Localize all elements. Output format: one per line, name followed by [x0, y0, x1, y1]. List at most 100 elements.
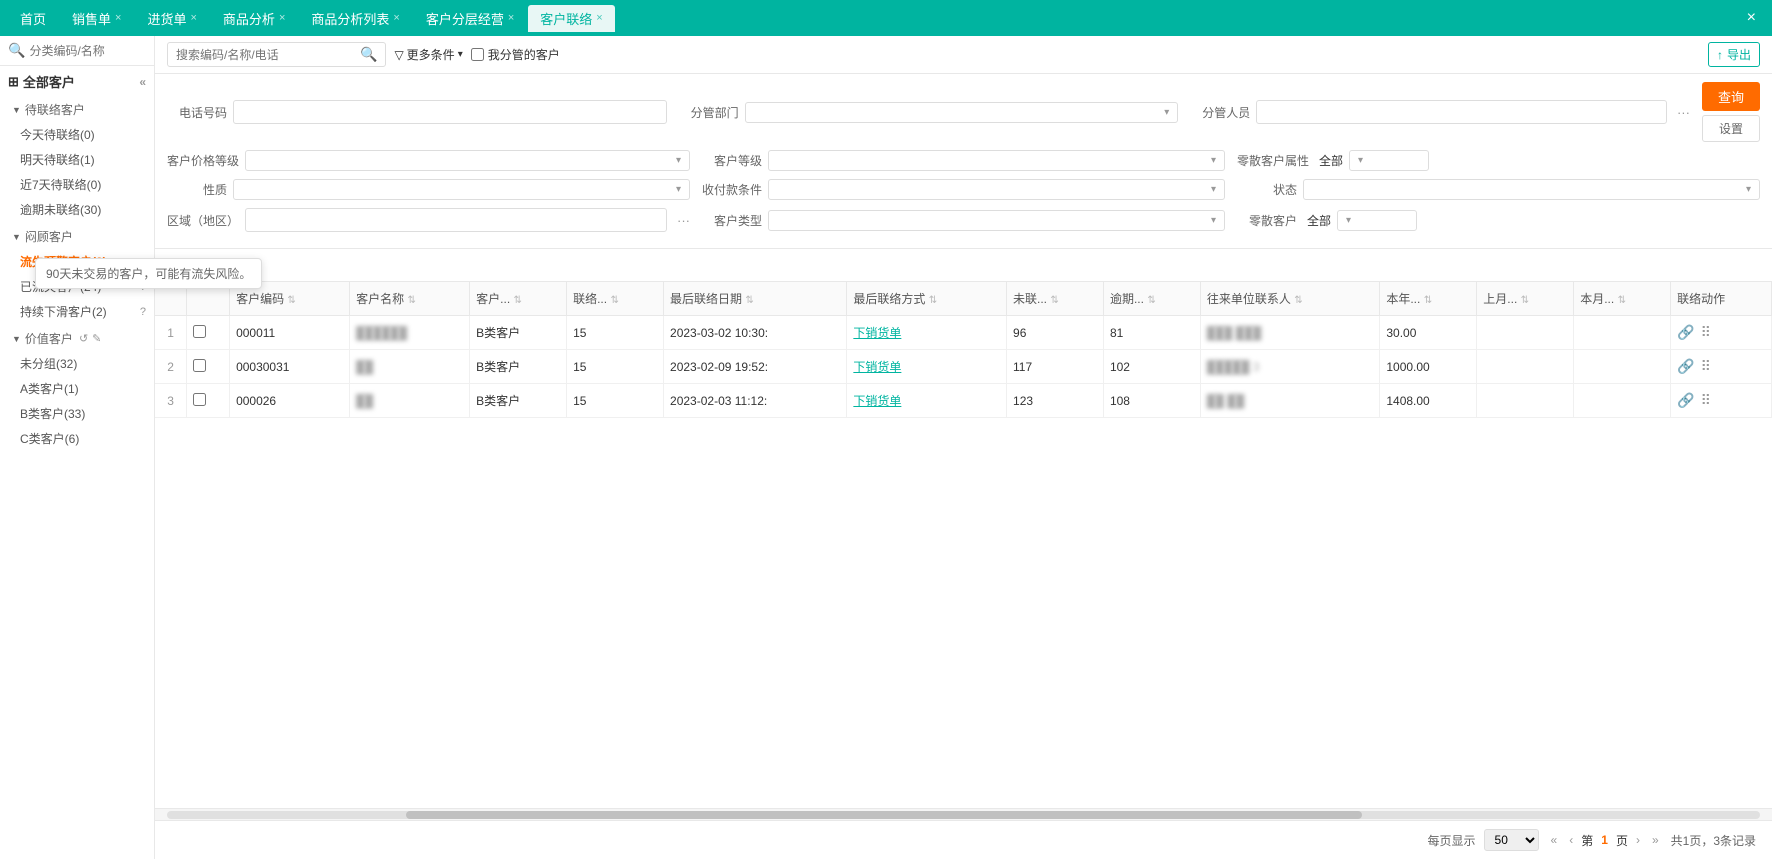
- close-tab-customer-link-icon[interactable]: ×: [596, 12, 602, 24]
- nav-home[interactable]: 首页: [8, 5, 58, 32]
- search-input-wrap: 🔍: [167, 42, 386, 67]
- per-page-select[interactable]: 50 100 200: [1484, 829, 1539, 851]
- col-this-year[interactable]: 本年... ⇅: [1380, 282, 1477, 316]
- advanced-filter: 电话号码 分管部门 ▾ 分管人员 ··· 查询 设置: [155, 74, 1772, 249]
- nav-tab-customer-layer[interactable]: 客户分层经营 ×: [414, 5, 526, 32]
- link-action-icon-1[interactable]: 🔗: [1677, 324, 1694, 341]
- filter-select-retail[interactable]: ▾: [1337, 210, 1417, 231]
- filter-input-phone[interactable]: [233, 100, 667, 124]
- link-action-icon-2[interactable]: 🔗: [1677, 358, 1694, 375]
- nav-tab-purchase[interactable]: 进货单 ×: [135, 5, 208, 32]
- sort-contacts-icon: ⇅: [610, 295, 618, 306]
- sidebar-item-week[interactable]: 近7天待联络(0): [0, 172, 154, 197]
- prev-page-button[interactable]: ‹: [1565, 831, 1577, 849]
- filter-select-scatter-attr[interactable]: ▾: [1349, 150, 1429, 171]
- all-customers-header[interactable]: ⊞ 全部客户 «: [0, 66, 154, 97]
- filter-label-customer-type: 客户类型: [702, 212, 762, 229]
- filter-label-scatter-attr: 零散客户属性: [1237, 152, 1309, 169]
- h-scroll-track[interactable]: [167, 811, 1760, 819]
- sidebar-item-today[interactable]: 今天待联络(0): [0, 122, 154, 147]
- filter-select-nature[interactable]: ▾: [233, 179, 690, 200]
- chevron-nature-icon: ▾: [676, 184, 681, 195]
- row-checkbox-1[interactable]: [193, 325, 206, 338]
- filter-input-manager[interactable]: [1256, 100, 1667, 124]
- link-action-icon-3[interactable]: 🔗: [1677, 392, 1694, 409]
- filter-select-status[interactable]: ▾: [1303, 179, 1760, 200]
- sidebar-item-c-class[interactable]: C类客户(6): [0, 426, 154, 451]
- value-refresh-icon[interactable]: ↺: [79, 332, 88, 345]
- filter-select-price-level[interactable]: ▾: [245, 150, 690, 171]
- sidebar-item-b-class[interactable]: B类客户(33): [0, 401, 154, 426]
- my-customer-checkbox[interactable]: [471, 48, 484, 61]
- my-customer-checkbox-label[interactable]: 我分管的客户: [471, 46, 560, 63]
- filter-select-payment[interactable]: ▾: [768, 179, 1225, 200]
- col-contacts[interactable]: 联络... ⇅: [567, 282, 664, 316]
- first-page-button[interactable]: «: [1547, 831, 1562, 849]
- col-last-date[interactable]: 最后联络日期 ⇅: [664, 282, 847, 316]
- search-submit-icon[interactable]: 🔍: [360, 46, 377, 63]
- filter-select-customer-level[interactable]: ▾: [768, 150, 1225, 171]
- more-action-icon-3[interactable]: ⠿: [1701, 392, 1711, 409]
- next-page-button[interactable]: ›: [1632, 831, 1644, 849]
- sidebar-item-declining[interactable]: 持续下滑客户(2) ?: [0, 299, 154, 324]
- sidebar-item-a-class[interactable]: A类客户(1): [0, 376, 154, 401]
- row-last-date-1: 2023-03-02 10:30:: [664, 316, 847, 350]
- close-tab-analysis-list-icon[interactable]: ×: [393, 12, 399, 24]
- sidebar-search-input[interactable]: [29, 44, 155, 58]
- close-all-button[interactable]: ×: [1739, 9, 1764, 27]
- declining-help-icon: ?: [140, 306, 146, 318]
- row-checkbox-3[interactable]: [193, 393, 206, 406]
- sidebar-group-value-title[interactable]: ▼ 价值客户 ↺ ✎: [0, 326, 154, 351]
- nav-tab-customer-link[interactable]: 客户联络 ×: [528, 5, 614, 32]
- col-contacts2[interactable]: 往来单位联系人 ⇅: [1200, 282, 1379, 316]
- close-tab-sales-icon[interactable]: ×: [115, 12, 121, 24]
- close-tab-customer-layer-icon[interactable]: ×: [508, 12, 514, 24]
- settings-button[interactable]: 设置: [1702, 115, 1760, 142]
- filter-input-region[interactable]: [245, 208, 667, 232]
- row-contacts2-2: █████ 3: [1200, 350, 1379, 384]
- filter-select-dept[interactable]: ▾: [745, 102, 1179, 123]
- close-tab-analysis-icon[interactable]: ×: [279, 12, 285, 24]
- col-last-way[interactable]: 最后联络方式 ⇅: [847, 282, 1007, 316]
- nav-tab-analysis-list[interactable]: 商品分析列表 ×: [299, 5, 411, 32]
- row-checkbox-2[interactable]: [193, 359, 206, 372]
- search-input[interactable]: [176, 48, 356, 62]
- row-contacts-2: 15: [567, 350, 664, 384]
- row-this-month-2: [1574, 350, 1671, 384]
- sidebar-item-ungroup[interactable]: 未分组(32): [0, 351, 154, 376]
- col-unlinked[interactable]: 未联... ⇅: [1007, 282, 1104, 316]
- collapse-icon[interactable]: «: [139, 75, 146, 89]
- query-button[interactable]: 查询: [1702, 82, 1760, 111]
- nav-tab-analysis[interactable]: 商品分析 ×: [211, 5, 297, 32]
- sidebar-group-lost-title[interactable]: ▼ 闷顾客户: [0, 224, 154, 249]
- h-scroll-thumb[interactable]: [406, 811, 1362, 819]
- manager-dots-icon[interactable]: ···: [1677, 105, 1690, 120]
- row-last-way-1: 下销货单: [847, 316, 1007, 350]
- more-filter-button[interactable]: ▽ 更多条件 ▾: [394, 46, 462, 63]
- chevron-status-icon: ▾: [1746, 184, 1751, 195]
- sidebar-item-overdue[interactable]: 逾期未联络(30): [0, 197, 154, 222]
- col-name[interactable]: 客户名称 ⇅: [350, 282, 470, 316]
- close-tab-purchase-icon[interactable]: ×: [190, 12, 196, 24]
- more-action-icon-1[interactable]: ⠿: [1701, 324, 1711, 341]
- export-button[interactable]: ↑ 导出: [1708, 42, 1760, 67]
- sidebar-group-pending-title[interactable]: ▼ 待联络客户: [0, 97, 154, 122]
- chevron-pricelevel-icon: ▾: [676, 155, 681, 166]
- page-suffix: 页: [1616, 832, 1628, 849]
- region-dots-icon[interactable]: ···: [677, 213, 690, 228]
- col-last-month[interactable]: 上月... ⇅: [1477, 282, 1574, 316]
- nav-tab-sales[interactable]: 销售单 ×: [60, 5, 133, 32]
- row-unlinked-3: 123: [1007, 384, 1104, 418]
- filter-label-retail: 零散客户: [1237, 212, 1297, 229]
- row-code-2: 00030031: [230, 350, 350, 384]
- filter-select-customer-type[interactable]: ▾: [768, 210, 1225, 231]
- pagination: 每页显示 50 100 200 « ‹ 第 1 页 › » 共1页，3条记录: [155, 820, 1772, 859]
- col-type[interactable]: 客户... ⇅: [470, 282, 567, 316]
- col-this-month[interactable]: 本月... ⇅: [1574, 282, 1671, 316]
- row-contacts-3: 15: [567, 384, 664, 418]
- sidebar-item-tomorrow[interactable]: 明天待联络(1): [0, 147, 154, 172]
- value-edit-icon[interactable]: ✎: [92, 332, 101, 345]
- more-action-icon-2[interactable]: ⠿: [1701, 358, 1711, 375]
- last-page-button[interactable]: »: [1648, 831, 1663, 849]
- col-overdue[interactable]: 逾期... ⇅: [1103, 282, 1200, 316]
